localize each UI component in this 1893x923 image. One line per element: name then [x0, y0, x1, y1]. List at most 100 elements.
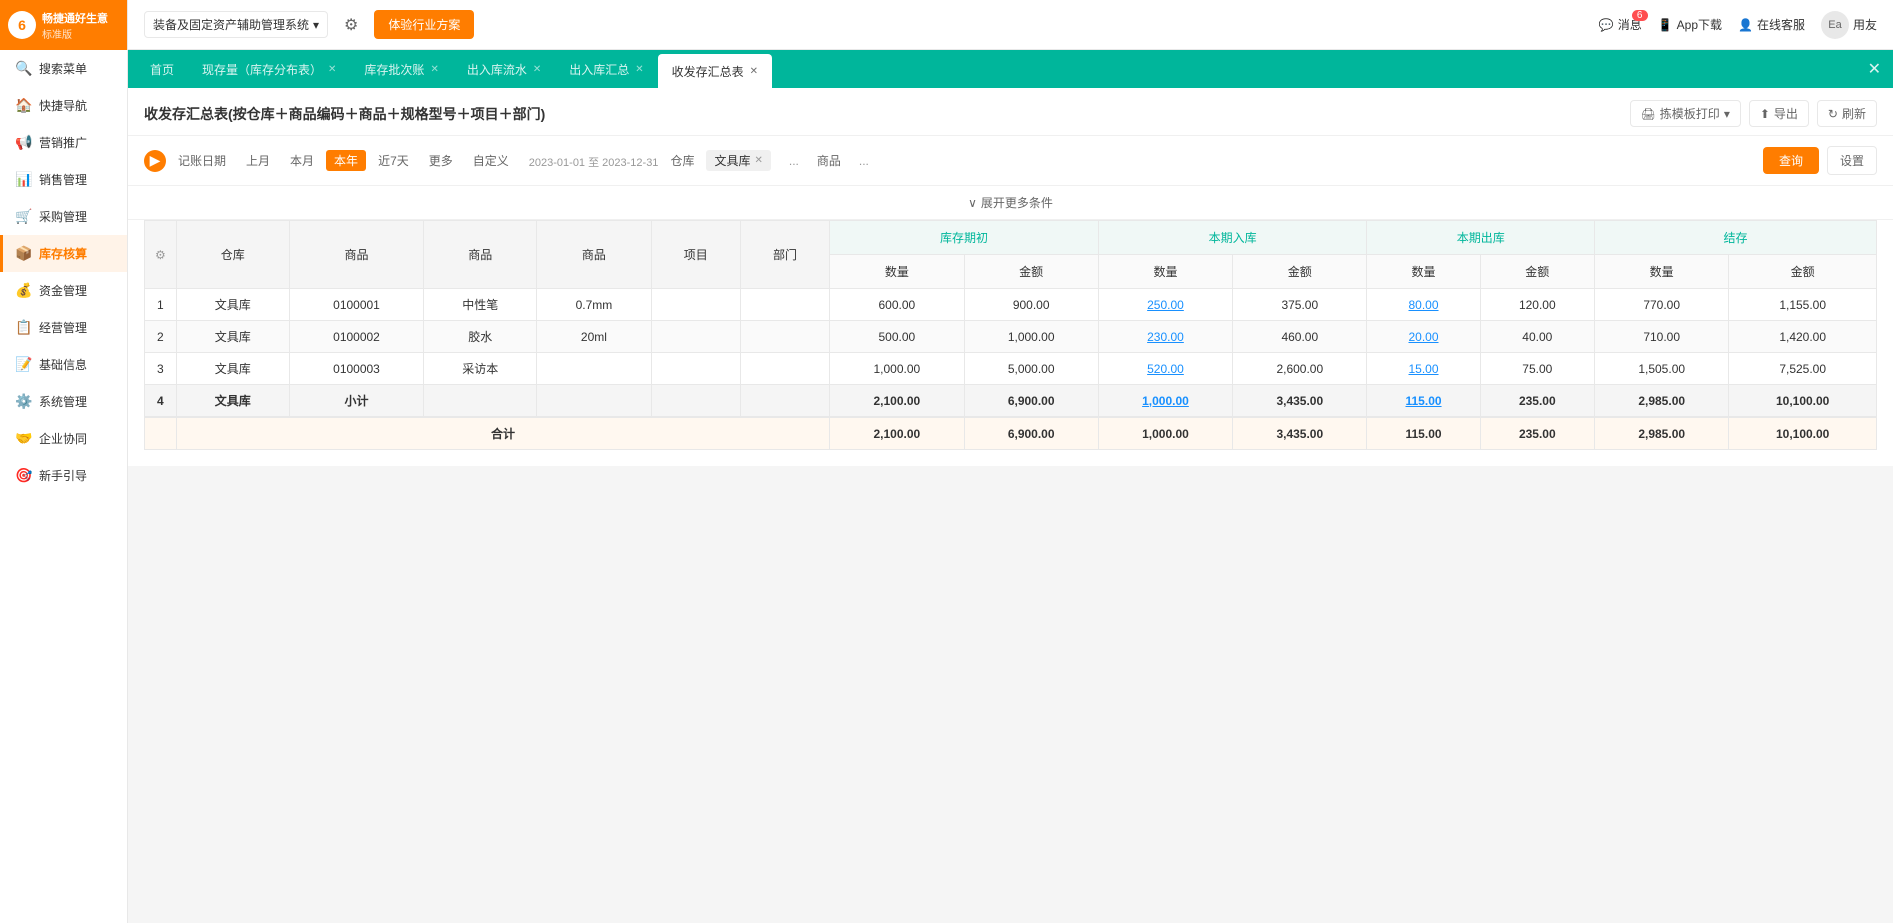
- tab-receive-send-summary[interactable]: 收发存汇总表 ✕: [658, 54, 772, 88]
- row-in-qty[interactable]: 250.00: [1098, 289, 1232, 321]
- th-out-qty: 数量: [1367, 255, 1480, 289]
- row-open-amt: 900.00: [964, 289, 1098, 321]
- shortcut-last-month[interactable]: 上月: [238, 150, 278, 171]
- app-download-btn[interactable]: 📱 App下载: [1658, 16, 1722, 33]
- sidebar-item-purchase[interactable]: 🛒 采购管理: [0, 198, 127, 235]
- warehouse-tag-text: 文具库: [714, 152, 750, 169]
- total-row: 合计 2,100.00 6,900.00 1,000.00 3,435.00 1…: [145, 417, 1877, 450]
- filter-collapse-button[interactable]: ▶: [144, 150, 166, 172]
- sidebar-item-inventory[interactable]: 📦 库存核算: [0, 235, 127, 272]
- tab-in-out-summary[interactable]: 出入库汇总 ✕: [555, 50, 657, 88]
- tabs-close-all-btn[interactable]: ✕: [1856, 59, 1893, 79]
- print-label: 拣模板打印: [1660, 105, 1720, 122]
- subtotal-in-qty[interactable]: 1,000.00: [1098, 385, 1232, 418]
- online-service-label: 在线客服: [1757, 16, 1805, 33]
- data-table: ⚙ 仓库 商品 商品 商品 项目 部门 库存期初 本期入库 本期出库 结存: [144, 220, 1877, 450]
- goods-dots[interactable]: ...: [853, 152, 875, 170]
- subtotal-bal-amt: 10,100.00: [1729, 385, 1877, 418]
- sidebar-item-basic[interactable]: 📝 基础信息: [0, 346, 127, 383]
- print-button[interactable]: 🖨 拣模板打印 ▾: [1630, 100, 1741, 127]
- avatar: Ea: [1821, 11, 1849, 39]
- total-bal-qty: 2,985.00: [1595, 417, 1729, 450]
- row-department: [740, 353, 829, 385]
- warehouse-dots[interactable]: ...: [783, 152, 805, 170]
- row-out-qty[interactable]: 20.00: [1367, 321, 1480, 353]
- shortcut-7days[interactable]: 近7天: [370, 150, 417, 171]
- tab-home[interactable]: 首页: [136, 50, 188, 88]
- th-open-amt: 金额: [964, 255, 1098, 289]
- tab-in-out-flow[interactable]: 出入库流水 ✕: [453, 50, 555, 88]
- sidebar-item-search[interactable]: 🔍 搜索菜单: [0, 50, 127, 87]
- subtotal-open-qty: 2,100.00: [830, 385, 964, 418]
- inventory-icon: 📦: [15, 245, 31, 262]
- logo-line2: 标准版: [42, 26, 108, 41]
- th-open-qty: 数量: [830, 255, 964, 289]
- system-name-dropdown[interactable]: 装备及固定资产辅助管理系统 ▾: [144, 11, 328, 38]
- row-out-qty[interactable]: 80.00: [1367, 289, 1480, 321]
- gear-icon[interactable]: ⚙: [340, 11, 362, 39]
- finance-icon: 💰: [15, 282, 31, 299]
- warehouse-tag-close[interactable]: ✕: [754, 155, 762, 166]
- row-bal-qty: 770.00: [1595, 289, 1729, 321]
- sidebar-item-enterprise[interactable]: 🤝 企业协同: [0, 420, 127, 457]
- tab-close-icon[interactable]: ✕: [430, 64, 438, 75]
- refresh-button[interactable]: ↻ 刷新: [1817, 100, 1877, 127]
- subtotal-label: 小计: [289, 385, 423, 418]
- sidebar-item-operations[interactable]: 📋 经营管理: [0, 309, 127, 346]
- tab-inventory-dist[interactable]: 现存量（库存分布表） ✕: [188, 50, 350, 88]
- tab-close-icon[interactable]: ✕: [635, 64, 643, 75]
- topbar: 装备及固定资产辅助管理系统 ▾ ⚙ 体验行业方案 💬 消息 6 📱 App下载 …: [128, 0, 1893, 50]
- sidebar-item-quick-nav[interactable]: 🏠 快捷导航: [0, 87, 127, 124]
- app-download-label: App下载: [1677, 16, 1722, 33]
- row-bal-qty: 710.00: [1595, 321, 1729, 353]
- expand-down-icon: ∨: [968, 196, 977, 210]
- export-button[interactable]: ⬆ 导出: [1749, 100, 1809, 127]
- user-label: 用友: [1853, 16, 1877, 33]
- sidebar-item-label: 新手引导: [39, 467, 87, 484]
- user-btn[interactable]: Ea 用友: [1821, 11, 1877, 39]
- row-in-qty[interactable]: 230.00: [1098, 321, 1232, 353]
- tab-close-icon[interactable]: ✕: [533, 64, 541, 75]
- sidebar-item-label: 企业协同: [39, 430, 87, 447]
- trial-button[interactable]: 体验行业方案: [374, 10, 474, 39]
- shortcut-this-year[interactable]: 本年: [326, 150, 366, 171]
- tab-receive-send-label: 收发存汇总表: [672, 63, 744, 80]
- online-service-btn[interactable]: 👤 在线客服: [1738, 16, 1805, 33]
- subtotal-out-qty[interactable]: 115.00: [1367, 385, 1480, 418]
- query-button[interactable]: 查询: [1763, 147, 1819, 174]
- row-out-qty[interactable]: 15.00: [1367, 353, 1480, 385]
- goods-label: 商品: [817, 152, 841, 169]
- expand-more-button[interactable]: ∨ 展开更多条件: [956, 190, 1065, 215]
- row-no: 2: [145, 321, 177, 353]
- tab-close-icon[interactable]: ✕: [328, 64, 336, 75]
- filter-settings-button[interactable]: 设置: [1827, 146, 1877, 175]
- export-icon: ⬆: [1760, 107, 1770, 121]
- row-project: [651, 353, 740, 385]
- message-btn[interactable]: 💬 消息 6: [1599, 16, 1642, 33]
- sidebar-item-finance[interactable]: 💰 资金管理: [0, 272, 127, 309]
- sidebar-item-sales[interactable]: 📊 销售管理: [0, 161, 127, 198]
- row-goods-spec: 20ml: [537, 321, 651, 353]
- shortcut-this-month[interactable]: 本月: [282, 150, 322, 171]
- row-bal-amt: 1,420.00: [1729, 321, 1877, 353]
- sidebar-item-label: 搜索菜单: [39, 60, 87, 77]
- sidebar-item-marketing[interactable]: 📢 营销推广: [0, 124, 127, 161]
- row-project: [651, 321, 740, 353]
- sidebar-item-guide[interactable]: 🎯 新手引导: [0, 457, 127, 494]
- tab-inventory-dist-label: 现存量（库存分布表）: [202, 61, 322, 78]
- row-in-amt: 460.00: [1233, 321, 1367, 353]
- tab-close-icon[interactable]: ✕: [750, 66, 758, 77]
- shortcut-more[interactable]: 更多: [421, 150, 461, 171]
- sidebar-item-system[interactable]: ⚙️ 系统管理: [0, 383, 127, 420]
- total-in-amt: 3,435.00: [1233, 417, 1367, 450]
- table-settings-col[interactable]: ⚙: [145, 221, 177, 289]
- th-in-amt: 金额: [1233, 255, 1367, 289]
- th-goods-name: 商品: [424, 221, 537, 289]
- sidebar-item-label: 营销推广: [39, 134, 87, 151]
- row-in-qty[interactable]: 520.00: [1098, 353, 1232, 385]
- logo-text: 畅捷通好生意 标准版: [42, 10, 108, 41]
- date-shortcuts: 上月 本月 本年 近7天 更多 自定义: [238, 150, 517, 171]
- shortcut-custom[interactable]: 自定义: [465, 150, 517, 171]
- row-warehouse: 文具库: [176, 321, 289, 353]
- tab-batch-account[interactable]: 库存批次账 ✕: [350, 50, 452, 88]
